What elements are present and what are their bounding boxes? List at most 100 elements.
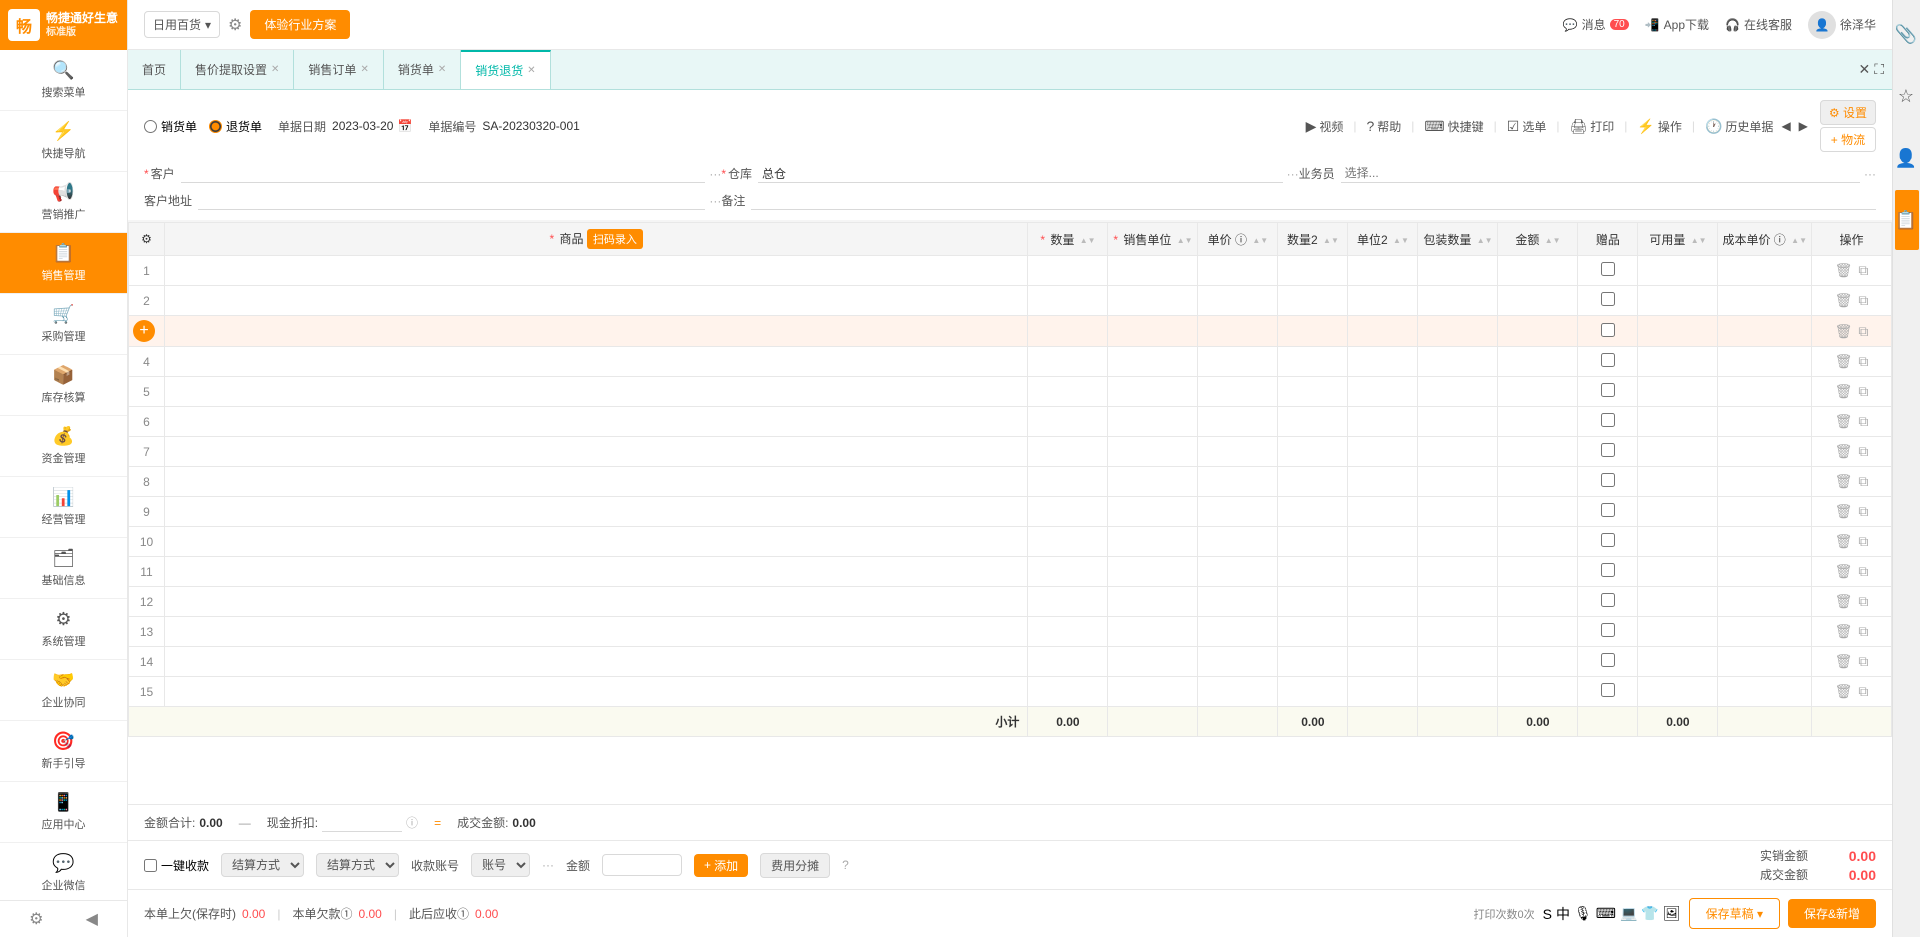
wuliu-btn[interactable]: + 物流 xyxy=(1820,127,1876,152)
addr-dots[interactable]: ··· xyxy=(709,194,721,208)
rp-item-client[interactable]: 👤 xyxy=(1895,128,1919,188)
amount-pay-input[interactable] xyxy=(602,854,682,876)
row-product-cell[interactable] xyxy=(165,347,1028,377)
delete-icon[interactable]: 🗑 xyxy=(1835,262,1853,279)
copy-icon[interactable]: ⧉ xyxy=(1858,593,1868,610)
row-qty2-cell[interactable] xyxy=(1278,256,1348,286)
row-price-cell[interactable] xyxy=(1198,647,1278,677)
row-amount-cell[interactable] xyxy=(1498,617,1578,647)
sidebar-item-guide[interactable]: 🎯 新手引导 xyxy=(0,721,127,782)
one-click-pay-label[interactable]: 一键收款 xyxy=(144,857,209,874)
row-product-cell[interactable] xyxy=(165,557,1028,587)
bottom-icon4[interactable]: ⌨ xyxy=(1596,905,1616,922)
row-product-cell[interactable] xyxy=(165,407,1028,437)
row-unit-cell[interactable] xyxy=(1108,557,1198,587)
row-cost-cell[interactable] xyxy=(1718,256,1812,286)
gift-checkbox[interactable] xyxy=(1601,262,1615,276)
row-pkg-cell[interactable] xyxy=(1418,407,1498,437)
sidebar-item-sales[interactable]: 📋 销售管理 xyxy=(0,233,127,294)
delete-icon[interactable]: 🗑 xyxy=(1835,443,1853,460)
row-qty2-cell[interactable] xyxy=(1278,647,1348,677)
delete-icon[interactable]: 🗑 xyxy=(1835,323,1853,340)
row-amount-cell[interactable] xyxy=(1498,377,1578,407)
row-unit2-cell[interactable] xyxy=(1348,527,1418,557)
gear-th-icon[interactable]: ⚙ xyxy=(141,232,152,246)
row-amount-cell[interactable] xyxy=(1498,677,1578,707)
delete-icon[interactable]: 🗑 xyxy=(1835,683,1853,700)
bottom-icon7[interactable]: 🖼 xyxy=(1663,905,1681,922)
addr-input[interactable] xyxy=(198,191,705,210)
copy-icon[interactable]: ⧉ xyxy=(1858,533,1868,550)
gift-checkbox[interactable] xyxy=(1601,593,1615,607)
row-gift-cell[interactable] xyxy=(1578,407,1638,437)
method-select[interactable]: 结算方式 xyxy=(316,853,399,877)
copy-icon[interactable]: ⧉ xyxy=(1858,292,1868,309)
gift-checkbox[interactable] xyxy=(1601,473,1615,487)
row-available-cell[interactable] xyxy=(1638,557,1718,587)
copy-icon[interactable]: ⧉ xyxy=(1858,623,1868,640)
sidebar-item-marketing[interactable]: 📢 营销推广 xyxy=(0,172,127,233)
row-price-cell[interactable] xyxy=(1198,617,1278,647)
delete-icon[interactable]: 🗑 xyxy=(1835,383,1853,400)
row-price-cell[interactable] xyxy=(1198,497,1278,527)
row-unit2-cell[interactable] xyxy=(1348,557,1418,587)
row-qty-cell[interactable] xyxy=(1028,347,1108,377)
row-gift-cell[interactable] xyxy=(1578,316,1638,347)
row-price-cell[interactable] xyxy=(1198,256,1278,286)
sidebar-item-wechat[interactable]: 💬 企业微信 xyxy=(0,843,127,900)
row-qty2-cell[interactable] xyxy=(1278,467,1348,497)
info-icon[interactable]: ⓘ xyxy=(406,814,418,831)
row-amount-cell[interactable] xyxy=(1498,587,1578,617)
copy-icon[interactable]: ⧉ xyxy=(1858,353,1868,370)
row-qty2-cell[interactable] xyxy=(1278,677,1348,707)
row-cost-cell[interactable] xyxy=(1718,377,1812,407)
row-pkg-cell[interactable] xyxy=(1418,316,1498,347)
row-amount-cell[interactable] xyxy=(1498,286,1578,316)
price-sort-icon[interactable]: ▲▼ xyxy=(1252,236,1268,245)
row-amount-cell[interactable] xyxy=(1498,497,1578,527)
row-available-cell[interactable] xyxy=(1638,377,1718,407)
row-available-cell[interactable] xyxy=(1638,407,1718,437)
row-amount-cell[interactable] xyxy=(1498,467,1578,497)
row-pkg-cell[interactable] xyxy=(1418,377,1498,407)
bottom-icon6[interactable]: 👕 xyxy=(1641,905,1658,922)
tab-sales-return-close-icon[interactable]: ✕ xyxy=(527,65,535,76)
row-pkg-cell[interactable] xyxy=(1418,286,1498,316)
row-pkg-cell[interactable] xyxy=(1418,587,1498,617)
delete-icon[interactable]: 🗑 xyxy=(1835,292,1853,309)
product-input[interactable] xyxy=(169,324,1023,338)
row-unit2-cell[interactable] xyxy=(1348,377,1418,407)
sidebar-setting-icon[interactable]: ⚙ xyxy=(29,909,43,929)
gift-checkbox[interactable] xyxy=(1601,503,1615,517)
rp-item-star[interactable]: ☆ xyxy=(1895,66,1919,126)
bottom-icon1[interactable]: S xyxy=(1543,906,1552,922)
delete-icon[interactable]: 🗑 xyxy=(1835,533,1853,550)
app-download-btn[interactable]: 📲 App下载 xyxy=(1645,16,1709,33)
delete-icon[interactable]: 🗑 xyxy=(1835,563,1853,580)
row-amount-cell[interactable] xyxy=(1498,407,1578,437)
row-product-cell[interactable] xyxy=(165,377,1028,407)
row-qty2-cell[interactable] xyxy=(1278,437,1348,467)
row-unit2-cell[interactable] xyxy=(1348,316,1418,347)
row-available-cell[interactable] xyxy=(1638,437,1718,467)
row-gift-cell[interactable] xyxy=(1578,377,1638,407)
copy-icon[interactable]: ⧉ xyxy=(1858,473,1868,490)
row-available-cell[interactable] xyxy=(1638,677,1718,707)
shortcut-key-btn[interactable]: ⌨快捷键 xyxy=(1424,118,1483,135)
unit-price-tip-icon[interactable]: ⓘ xyxy=(1235,233,1247,247)
row-cost-cell[interactable] xyxy=(1718,347,1812,377)
row-available-cell[interactable] xyxy=(1638,617,1718,647)
row-gift-cell[interactable] xyxy=(1578,647,1638,677)
delete-icon[interactable]: 🗑 xyxy=(1835,413,1853,430)
row-price-cell[interactable] xyxy=(1198,587,1278,617)
row-gift-cell[interactable] xyxy=(1578,467,1638,497)
row-available-cell[interactable] xyxy=(1638,316,1718,347)
tab-home[interactable]: 首页 xyxy=(128,50,181,89)
calendar-icon[interactable]: 📅 xyxy=(397,119,412,133)
row-unit-cell[interactable] xyxy=(1108,497,1198,527)
row-pkg-cell[interactable] xyxy=(1418,437,1498,467)
row-qty2-cell[interactable] xyxy=(1278,617,1348,647)
row-available-cell[interactable] xyxy=(1638,587,1718,617)
row-product-cell[interactable] xyxy=(165,617,1028,647)
tab-price-close-icon[interactable]: ✕ xyxy=(271,64,279,75)
